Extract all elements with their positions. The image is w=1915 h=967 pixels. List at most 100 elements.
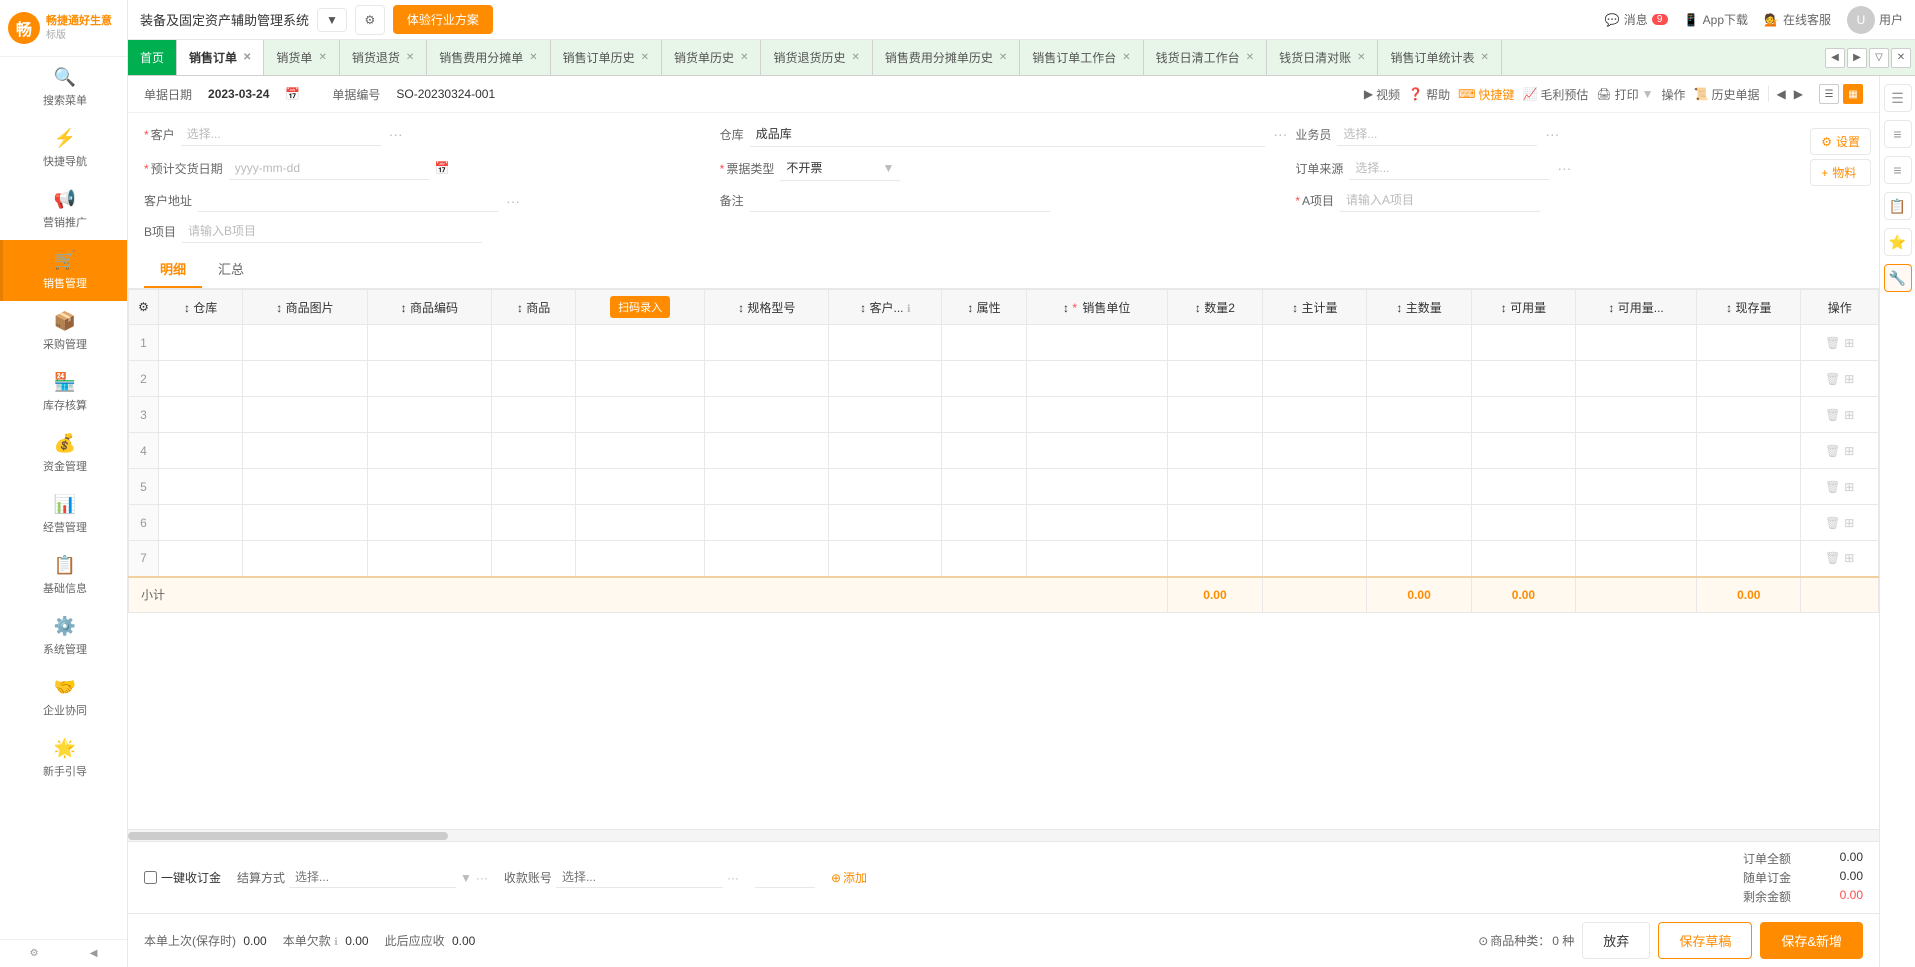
- industry-btn[interactable]: 体验行业方案: [393, 5, 493, 34]
- user-area[interactable]: U 用户: [1847, 6, 1903, 34]
- copy-icon[interactable]: ⊞: [1844, 551, 1854, 565]
- source-more-icon[interactable]: ···: [1557, 160, 1571, 176]
- nav-prev-btn[interactable]: ◀: [1777, 87, 1786, 101]
- copy-icon[interactable]: ⊞: [1844, 516, 1854, 530]
- tab-close-icon[interactable]: ✕: [1481, 52, 1489, 63]
- calendar-icon[interactable]: 📅: [285, 87, 300, 101]
- tab-close-icon[interactable]: ✕: [318, 52, 326, 63]
- online-service-btn[interactable]: 💁 在线客服: [1764, 11, 1831, 28]
- sidebar-item-purchase[interactable]: 📦 采购管理: [0, 301, 127, 362]
- sidebar-item-nav[interactable]: ⚡ 快捷导航: [0, 118, 127, 179]
- profit-btn[interactable]: 📈 毛利预估: [1522, 86, 1588, 103]
- shortcuts-btn[interactable]: ⌨ 快捷键: [1458, 86, 1514, 103]
- delete-icon[interactable]: 🗑: [1825, 551, 1840, 565]
- settings-btn[interactable]: ⚙ 设置: [1810, 128, 1871, 155]
- cell-attr[interactable]: [942, 325, 1026, 361]
- sidebar-settings-btn[interactable]: ⚙: [30, 948, 39, 959]
- salesperson-more-icon[interactable]: ···: [1545, 126, 1559, 142]
- nav-next-btn[interactable]: ▶: [1794, 87, 1803, 101]
- cell-product[interactable]: [492, 325, 576, 361]
- sidebar-item-search[interactable]: 🔍 搜索菜单: [0, 57, 127, 118]
- sidebar-item-finance[interactable]: 💰 资金管理: [0, 423, 127, 484]
- salesperson-input[interactable]: [1337, 123, 1537, 146]
- cell-main-qty[interactable]: [1367, 325, 1471, 361]
- cell-qty2[interactable]: [1167, 325, 1262, 361]
- account-more-icon[interactable]: ···: [727, 871, 739, 885]
- sidebar-collapse-btn[interactable]: ◀: [90, 948, 98, 959]
- tab-sales-stat[interactable]: 销售订单统计表 ✕: [1378, 40, 1501, 76]
- invoice-select[interactable]: 不开票 ▼: [780, 155, 900, 181]
- delete-icon[interactable]: 🗑: [1825, 480, 1840, 494]
- help-btn[interactable]: ❓ 帮助: [1408, 86, 1450, 103]
- tab-cash-daily2[interactable]: 钱货日清对账 ✕: [1267, 40, 1378, 76]
- app-download-btn[interactable]: 📱 App下载: [1684, 11, 1748, 28]
- payment-select[interactable]: [289, 867, 456, 888]
- tab-summary[interactable]: 汇总: [202, 251, 260, 288]
- account-select[interactable]: [556, 867, 723, 888]
- one-click-checkbox[interactable]: 一键收订金: [144, 869, 221, 886]
- address-input[interactable]: [198, 189, 498, 212]
- scrollbar-thumb[interactable]: [128, 832, 448, 840]
- tab-sales-expense-split[interactable]: 销售费用分摊单 ✕: [427, 40, 550, 76]
- warehouse-more-icon[interactable]: ···: [1273, 126, 1287, 142]
- cell-available2[interactable]: [1576, 325, 1697, 361]
- calendar2-icon[interactable]: 📅: [435, 161, 450, 175]
- print-btn[interactable]: 🖨 打印 ▼: [1596, 86, 1653, 103]
- tab-sales-workbench[interactable]: 销售订单工作台 ✕: [1020, 40, 1143, 76]
- copy-icon[interactable]: ⊞: [1844, 444, 1854, 458]
- cell-spec[interactable]: [705, 325, 829, 361]
- sidebar-item-guide[interactable]: 🌟 新手引导: [0, 728, 127, 789]
- sidebar-item-sales[interactable]: 🛒 销售管理: [0, 240, 127, 301]
- tab-sales-return[interactable]: 销货单 ✕: [264, 40, 339, 76]
- tab-sales-order-history[interactable]: 销售订单历史 ✕: [551, 40, 662, 76]
- a-project-input[interactable]: [1340, 189, 1540, 212]
- save-add-btn[interactable]: 保存&新增: [1760, 922, 1863, 959]
- cell-unit[interactable]: [1026, 325, 1167, 361]
- message-btn[interactable]: 💬 消息 9: [1605, 11, 1668, 28]
- cell-warehouse[interactable]: [159, 325, 243, 361]
- horizontal-scrollbar[interactable]: [128, 829, 1879, 841]
- tab-close-icon[interactable]: ✕: [529, 52, 537, 63]
- amount-input[interactable]: 0.00: [755, 867, 815, 888]
- tab-close-icon[interactable]: ✕: [243, 52, 251, 63]
- history-btn[interactable]: 📜 历史单据: [1694, 86, 1760, 103]
- sidebar-item-enterprise[interactable]: 🤝 企业协同: [0, 667, 127, 728]
- customer-more-icon[interactable]: ···: [389, 126, 403, 142]
- copy-icon[interactable]: ⊞: [1844, 408, 1854, 422]
- view-video-btn[interactable]: ▶ 视频: [1364, 86, 1400, 103]
- copy-icon[interactable]: ⊞: [1844, 372, 1854, 386]
- tab-detail[interactable]: 明细: [144, 251, 202, 288]
- system-dropdown[interactable]: ▼: [317, 8, 347, 32]
- tab-close-icon[interactable]: ✕: [740, 52, 748, 63]
- tab-prev-btn[interactable]: ◀: [1825, 48, 1845, 68]
- tab-close-icon[interactable]: ✕: [1246, 52, 1254, 63]
- tab-close-icon[interactable]: ✕: [1357, 52, 1365, 63]
- tab-close-icon[interactable]: ✕: [1122, 52, 1130, 63]
- right-panel-item-1[interactable]: ☰: [1884, 84, 1912, 112]
- address-more-icon[interactable]: ···: [506, 193, 520, 209]
- sidebar-item-system[interactable]: ⚙️ 系统管理: [0, 606, 127, 667]
- scan-btn[interactable]: 扫码录入: [610, 296, 670, 318]
- right-panel-item-4[interactable]: 📋: [1884, 192, 1912, 220]
- copy-icon[interactable]: ⊞: [1844, 336, 1854, 350]
- topbar-gear-btn[interactable]: ⚙: [355, 5, 385, 35]
- tab-close-icon[interactable]: ✕: [851, 52, 859, 63]
- tab-menu-btn[interactable]: ▽: [1869, 48, 1889, 68]
- sidebar-item-marketing[interactable]: 📢 营销推广: [0, 179, 127, 240]
- customer-input[interactable]: [181, 123, 381, 146]
- tab-sales-return-history[interactable]: 销货单历史 ✕: [662, 40, 761, 76]
- tab-close-icon[interactable]: ✕: [641, 52, 649, 63]
- tab-sales-refund-history[interactable]: 销货退货历史 ✕: [761, 40, 872, 76]
- right-panel-item-3[interactable]: ≡: [1884, 156, 1912, 184]
- cell-customer-code[interactable]: [829, 325, 942, 361]
- delete-icon[interactable]: 🗑: [1825, 372, 1840, 386]
- delete-icon[interactable]: 🗑: [1825, 336, 1840, 350]
- tab-cash-daily1[interactable]: 钱货日清工作台 ✕: [1144, 40, 1267, 76]
- payment-more-icon[interactable]: ···: [476, 871, 488, 885]
- delete-icon[interactable]: 🗑: [1825, 444, 1840, 458]
- tab-close-all-btn[interactable]: ✕: [1891, 48, 1911, 68]
- right-panel-item-2[interactable]: ≡: [1884, 120, 1912, 148]
- copy-icon[interactable]: ⊞: [1844, 480, 1854, 494]
- save-draft-btn[interactable]: 保存草稿: [1658, 922, 1752, 959]
- list-view-btn[interactable]: ☰: [1819, 84, 1839, 104]
